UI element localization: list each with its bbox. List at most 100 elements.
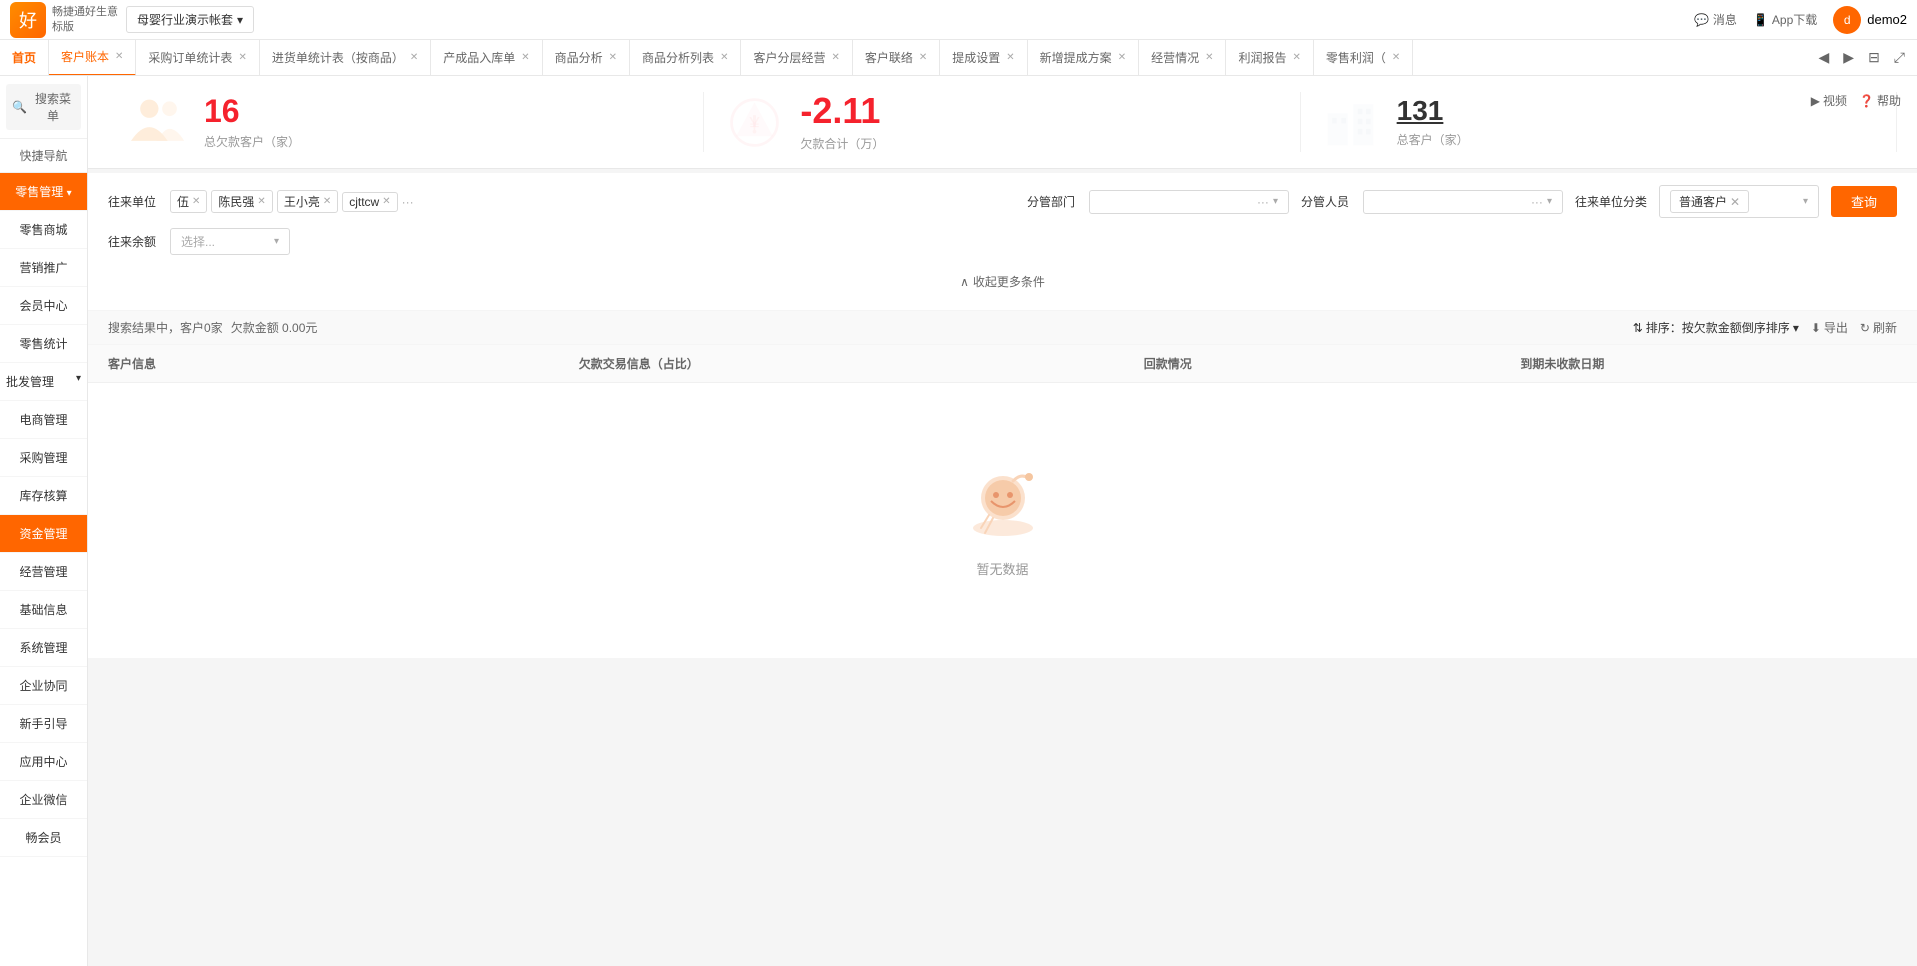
sidebar-item-finance[interactable]: 资金管理 [0,515,87,553]
message-button[interactable]: 💬 消息 [1694,11,1737,28]
user-area[interactable]: d demo2 [1833,6,1907,34]
close-icon[interactable]: ✕ [1205,52,1213,63]
filter-tag-1[interactable]: 陈民强 ✕ [211,190,272,213]
sidebar-item-app-center[interactable]: 应用中心 [0,743,87,781]
total-debt-label: 欠款合计（万） [800,135,884,152]
tabs-menu-icon[interactable]: ⊟ [1864,47,1884,68]
close-icon[interactable]: ✕ [1006,52,1014,63]
close-icon[interactable]: ✕ [919,52,927,63]
tab-profit-report[interactable]: 利润报告 ✕ [1226,40,1313,76]
sidebar-item-ecommerce[interactable]: 电商管理 [0,401,87,439]
tab-customer-accounts[interactable]: 客户账本 ✕ [49,40,136,76]
unit-category-select[interactable]: 普通客户 ✕ ▾ [1659,185,1819,218]
results-summary: 搜索结果中，客户0家 欠款金额 0.00元 [108,319,317,336]
app-download-button[interactable]: 📱 App下载 [1753,11,1817,28]
unit-category-label: 往来单位分类 [1575,193,1647,210]
tab-retail-profit[interactable]: 零售利润（ ✕ [1314,40,1413,76]
total-customers-value: 16 [204,95,300,127]
sidebar-item-new-user-guide[interactable]: 新手引导 [0,705,87,743]
sidebar-item-ops-mgmt[interactable]: 经营管理 [0,553,87,591]
tab-purchase-order-stats[interactable]: 采购订单统计表 ✕ [136,40,259,76]
close-icon[interactable]: ✕ [1118,52,1126,63]
tab-incoming-stats[interactable]: 进货单统计表（按商品） ✕ [260,40,431,76]
person-chevron-icon: ▾ [1547,196,1552,207]
tabs-next-arrow[interactable]: ▶ [1839,47,1858,68]
filter-tag-0[interactable]: 伍 ✕ [170,190,207,213]
total-customers2-label: 总客户（家） [1397,131,1469,148]
filter-tag-2[interactable]: 王小亮 ✕ [277,190,338,213]
sidebar-item-wholesale-mgmt[interactable]: 批发管理 ▾ [0,363,87,401]
filter-tag-3[interactable]: cjttcw ✕ [342,192,397,212]
help-button[interactable]: ❓ 帮助 [1859,92,1901,109]
sidebar-item-vip-member[interactable]: 畅会员 [0,819,87,857]
remove-tag-0-icon[interactable]: ✕ [192,196,200,207]
refresh-icon: ↻ [1860,321,1870,335]
tab-home[interactable]: 首页 [0,40,49,76]
balance-select[interactable]: 选择... ▾ [170,228,290,255]
close-icon[interactable]: ✕ [1392,52,1400,63]
sidebar-item-inventory[interactable]: 库存核算 [0,477,87,515]
filter-row-2: 往来余额 选择... ▾ [108,228,1897,255]
video-button[interactable]: ▶ 视频 [1811,92,1847,109]
customer-type-tag[interactable]: 普通客户 ✕ [1670,190,1749,213]
quick-nav-button[interactable]: 快捷导航 [0,139,87,173]
sidebar-item-basic-info[interactable]: 基础信息 [0,591,87,629]
remove-type-tag-icon[interactable]: ✕ [1730,195,1740,209]
tab-new-achievement[interactable]: 新增提成方案 ✕ [1028,40,1139,76]
results-bar: 搜索结果中，客户0家 欠款金额 0.00元 ⇅ 排序：按欠款金额倒序排序 ▾ ⬇… [88,311,1917,344]
help-icon: ❓ [1859,94,1874,108]
remove-tag-3-icon[interactable]: ✕ [382,196,390,207]
close-icon[interactable]: ✕ [115,51,123,62]
remove-tag-1-icon[interactable]: ✕ [257,196,265,207]
collapse-up-icon: ∧ [960,275,969,289]
content-area: 16 总欠款客户（家） ¥ -2.11 欠款合计（万） [88,76,1917,966]
col-due-date: 到期未收款日期 [1520,355,1897,372]
sidebar-item-purchase[interactable]: 采购管理 [0,439,87,477]
org-selector[interactable]: 母婴行业演示帐套 ▾ [126,6,254,33]
tabs-prev-arrow[interactable]: ◀ [1815,47,1834,68]
collapse-button[interactable]: ∧ 收起更多条件 [950,269,1055,294]
export-button[interactable]: ⬇ 导出 [1811,319,1848,336]
close-icon[interactable]: ✕ [1293,52,1301,63]
search-icon: 🔍 [12,100,27,114]
close-icon[interactable]: ✕ [831,52,839,63]
close-icon[interactable]: ✕ [238,52,246,63]
tab-promotion-settings[interactable]: 提成设置 ✕ [940,40,1027,76]
tab-product-analysis-list[interactable]: 商品分析列表 ✕ [630,40,741,76]
close-icon[interactable]: ✕ [521,52,529,63]
sidebar-item-retail-shop[interactable]: 零售商城 [0,211,87,249]
tab-customer-contact[interactable]: 客户联络 ✕ [853,40,940,76]
table-header: 客户信息 欠款交易信息（占比） 回款情况 到期未收款日期 [88,345,1917,383]
remove-tag-2-icon[interactable]: ✕ [323,196,331,207]
sidebar-item-marketing[interactable]: 营销推广 [0,249,87,287]
query-button[interactable]: 查询 [1831,186,1897,217]
sidebar-item-retail-stats[interactable]: 零售统计 [0,325,87,363]
more-tags-button[interactable]: ··· [402,195,414,209]
person-select[interactable]: ··· ▾ [1363,190,1563,214]
unit-tags: 伍 ✕ 陈民强 ✕ 王小亮 ✕ cjttcw ✕ ··· [170,190,1015,213]
sort-chevron-icon: ▾ [1793,321,1799,335]
tab-product-inbound[interactable]: 产成品入库单 ✕ [431,40,542,76]
dept-dots-icon[interactable]: ··· [1257,195,1269,209]
tab-product-analysis[interactable]: 商品分析 ✕ [543,40,630,76]
total-customers-label: 总欠款客户（家） [204,133,300,150]
sort-button[interactable]: ⇅ 排序：按欠款金额倒序排序 ▾ [1633,319,1799,336]
sidebar-item-system-mgmt[interactable]: 系统管理 [0,629,87,667]
refresh-button[interactable]: ↻ 刷新 [1860,319,1897,336]
tabs-expand-icon[interactable]: ⤢ [1890,47,1909,68]
person-label: 分管人员 [1301,193,1351,210]
close-icon[interactable]: ✕ [720,52,728,63]
dept-select[interactable]: ··· ▾ [1089,190,1289,214]
tab-customer-tier[interactable]: 客户分层经营 ✕ [741,40,852,76]
sidebar-item-enterprise-collab[interactable]: 企业协同 [0,667,87,705]
sidebar-item-enterprise-wechat[interactable]: 企业微信 [0,781,87,819]
close-icon[interactable]: ✕ [410,52,418,63]
chevron-right-icon: ▾ [76,373,81,390]
sidebar-item-member-center[interactable]: 会员中心 [0,287,87,325]
person-dots-icon[interactable]: ··· [1531,195,1543,209]
sidebar-item-retail-mgmt[interactable]: 零售管理 ▾ [0,173,87,211]
close-icon[interactable]: ✕ [609,52,617,63]
search-menu-button[interactable]: 🔍 搜索菜单 [6,84,81,130]
tab-operations[interactable]: 经营情况 ✕ [1139,40,1226,76]
stat-info-total-customers: 131 总客户（家） [1397,97,1469,148]
